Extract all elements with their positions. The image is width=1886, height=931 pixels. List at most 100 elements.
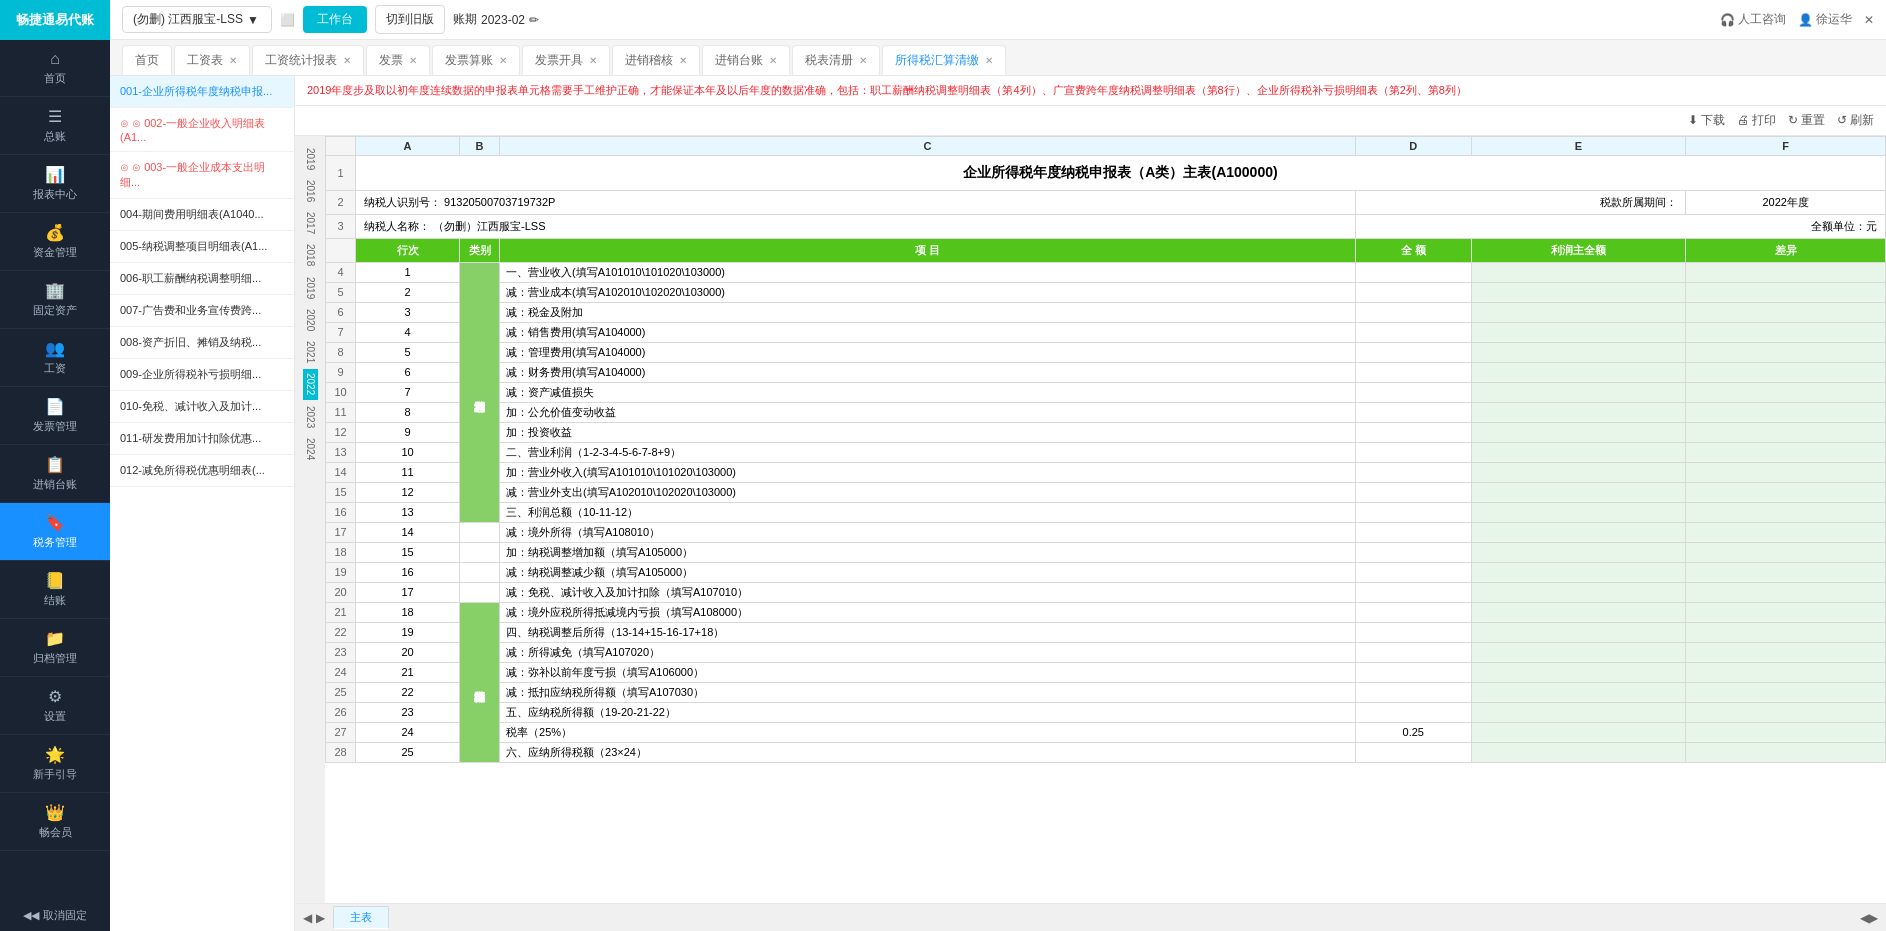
workbench-button[interactable]: 工作台 <box>303 6 367 33</box>
scroll-left-icon[interactable]: ◀ <box>1860 911 1869 925</box>
sidebar-item-4[interactable]: 🏢固定资产 <box>0 271 110 329</box>
tab-close-5[interactable]: ✕ <box>589 55 597 66</box>
tab-1[interactable]: 工资表✕ <box>174 45 250 75</box>
list-item-4[interactable]: 005-纳税调整项目明细表(A1... <box>110 231 294 263</box>
sidebar-item-8[interactable]: 🔖税务管理 <box>0 503 110 561</box>
sidebar-item-11[interactable]: ⚙设置 <box>0 677 110 735</box>
period-edit-icon[interactable]: ✏ <box>529 13 539 27</box>
category-cell-2: 应纳税所得额计算 <box>460 602 500 762</box>
year-item-2020-5[interactable]: 2020 <box>303 305 318 335</box>
year-item-2019-4[interactable]: 2019 <box>303 273 318 303</box>
sidebar-bottom-btn[interactable]: ◀◀ 取消固定 <box>23 900 87 931</box>
tab-close-3[interactable]: ✕ <box>409 55 417 66</box>
sidebar-item-1[interactable]: ☰总账 <box>0 97 110 155</box>
sidebar-label-3: 资金管理 <box>33 245 77 260</box>
list-item-3[interactable]: 004-期间费用明细表(A1040... <box>110 199 294 231</box>
toolbar-btn-刷新[interactable]: ↺刷新 <box>1837 112 1874 129</box>
profit-cell-10 <box>1471 462 1686 482</box>
tab-8[interactable]: 税表清册✕ <box>792 45 880 75</box>
tab-close-7[interactable]: ✕ <box>769 55 777 66</box>
company-selector[interactable]: (勿删) 江西服宝-LSS ▼ <box>122 6 272 33</box>
profit-cell-0 <box>1471 262 1686 282</box>
list-item-8[interactable]: 009-企业所得税补亏损明细... <box>110 359 294 391</box>
tab-close-2[interactable]: ✕ <box>343 55 351 66</box>
tab-label-0: 首页 <box>135 52 159 69</box>
sidebar-icon-1: ☰ <box>48 107 62 126</box>
sidebar-item-7[interactable]: 📋进销台账 <box>0 445 110 503</box>
item-cell-12: 三、利润总额（10-11-12） <box>500 502 1356 522</box>
list-item-9[interactable]: 010-免税、减计收入及加计... <box>110 391 294 423</box>
sidebar-item-10[interactable]: 📁归档管理 <box>0 619 110 677</box>
amount-cell-24 <box>1356 742 1472 762</box>
list-item-6[interactable]: 007-广告费和业务宣传费跨... <box>110 295 294 327</box>
sidebar-item-6[interactable]: 📄发票管理 <box>0 387 110 445</box>
row-header-num <box>326 238 356 262</box>
tab-0[interactable]: 首页 <box>122 45 172 75</box>
list-item-7[interactable]: 008-资产折旧、摊销及纳税... <box>110 327 294 359</box>
profit-cell-21 <box>1471 682 1686 702</box>
sidebar-item-5[interactable]: 👥工资 <box>0 329 110 387</box>
user-service-btn[interactable]: 🎧 人工咨询 <box>1720 11 1786 28</box>
year-item-2023-8[interactable]: 2023 <box>303 402 318 432</box>
tab-close-4[interactable]: ✕ <box>499 55 507 66</box>
list-item-1[interactable]: ⊙ 002-一般企业收入明细表(A1... <box>110 108 294 152</box>
tab-close-9[interactable]: ✕ <box>985 55 993 66</box>
scroll-right-icon[interactable]: ▶ <box>1869 911 1878 925</box>
sidebar-icon-5: 👥 <box>45 339 65 358</box>
tab-label-4: 发票算账 <box>445 52 493 69</box>
toolbar-btn-重置[interactable]: ↻重置 <box>1788 112 1825 129</box>
diff-cell-16 <box>1686 582 1886 602</box>
list-item-0[interactable]: 001-企业所得税年度纳税申报... <box>110 76 294 108</box>
company-dropdown-icon[interactable]: ▼ <box>247 13 259 27</box>
sheet-tab-0[interactable]: 主表 <box>333 906 389 929</box>
tab-4[interactable]: 发票算账 ✕ <box>432 45 520 75</box>
sheet-main[interactable]: A B C D E F 1 企业所得税年度纳税申报表（A类）主表(A100000… <box>325 136 1886 904</box>
list-item-2[interactable]: ⊙ 003-一般企业成本支出明细... <box>110 152 294 199</box>
year-item-2022-7[interactable]: 2022 <box>303 369 318 399</box>
tab-7[interactable]: 进销台账✕ <box>702 45 790 75</box>
sidebar-item-9[interactable]: 📒结账 <box>0 561 110 619</box>
tab-close-8[interactable]: ✕ <box>859 55 867 66</box>
list-item-11[interactable]: 012-减免所得税优惠明细表(... <box>110 455 294 487</box>
topbar: (勿删) 江西服宝-LSS ▼ ⬜ 工作台 切到旧版 账期 2023-02 ✏ … <box>110 0 1886 40</box>
tab-9[interactable]: 所得税汇算清缴✕ <box>882 45 1006 75</box>
year-item-2021-6[interactable]: 2021 <box>303 337 318 367</box>
nav-next-icon[interactable]: ▶ <box>316 911 325 925</box>
switch-version-button[interactable]: 切到旧版 <box>375 5 445 34</box>
tab-close-1[interactable]: ✕ <box>229 55 237 66</box>
row-num-2: 2 <box>326 190 356 214</box>
print-icon[interactable]: ⬜ <box>280 13 295 27</box>
amount-cell-1 <box>1356 282 1472 302</box>
year-item-2019-0[interactable]: 2019 <box>303 144 318 174</box>
sidebar-item-12[interactable]: 🌟新手引导 <box>0 735 110 793</box>
item-cell-16: 减：免税、减计收入及加计扣除（填写A107010） <box>500 582 1356 602</box>
year-item-2024-9[interactable]: 2024 <box>303 434 318 464</box>
sidebar-item-2[interactable]: 📊报表中心 <box>0 155 110 213</box>
year-item-2017-2[interactable]: 2017 <box>303 208 318 238</box>
tab-2[interactable]: 工资统计报表✕ <box>252 45 364 75</box>
period-info: 账期 2023-02 ✏ <box>453 11 539 28</box>
toolbar-btn-下载[interactable]: ⬇下载 <box>1688 112 1725 129</box>
close-main-btn[interactable]: ✕ <box>1864 13 1874 27</box>
tab-3[interactable]: 发票✕ <box>366 45 430 75</box>
list-item-10[interactable]: 011-研发费用加计扣除优惠... <box>110 423 294 455</box>
tab-6[interactable]: 进销稽核✕ <box>612 45 700 75</box>
nav-prev-icon[interactable]: ◀ <box>303 911 312 925</box>
tab-5[interactable]: 发票开具✕ <box>522 45 610 75</box>
row-num-5: 8 <box>326 342 356 362</box>
user-info[interactable]: 👤 徐运华 <box>1798 11 1852 28</box>
list-item-5[interactable]: 006-职工薪酬纳税调整明细... <box>110 263 294 295</box>
sidebar-label-0: 首页 <box>44 71 66 86</box>
tab-close-6[interactable]: ✕ <box>679 55 687 66</box>
sidebar-item-0[interactable]: ⌂首页 <box>0 40 110 97</box>
sheet-tabs: 主表 <box>333 906 389 929</box>
year-item-2018-3[interactable]: 2018 <box>303 240 318 270</box>
content-area: 001-企业所得税年度纳税申报...⊙ 002-一般企业收入明细表(A1...⊙… <box>110 76 1886 931</box>
sidebar-item-3[interactable]: 💰资金管理 <box>0 213 110 271</box>
toolbar-btn-打印[interactable]: 🖨打印 <box>1737 112 1776 129</box>
profit-cell-24 <box>1471 742 1686 762</box>
profit-cell-13 <box>1471 522 1686 542</box>
row-num-23: 26 <box>326 702 356 722</box>
sidebar-item-13[interactable]: 👑畅会员 <box>0 793 110 851</box>
year-item-2016-1[interactable]: 2016 <box>303 176 318 206</box>
